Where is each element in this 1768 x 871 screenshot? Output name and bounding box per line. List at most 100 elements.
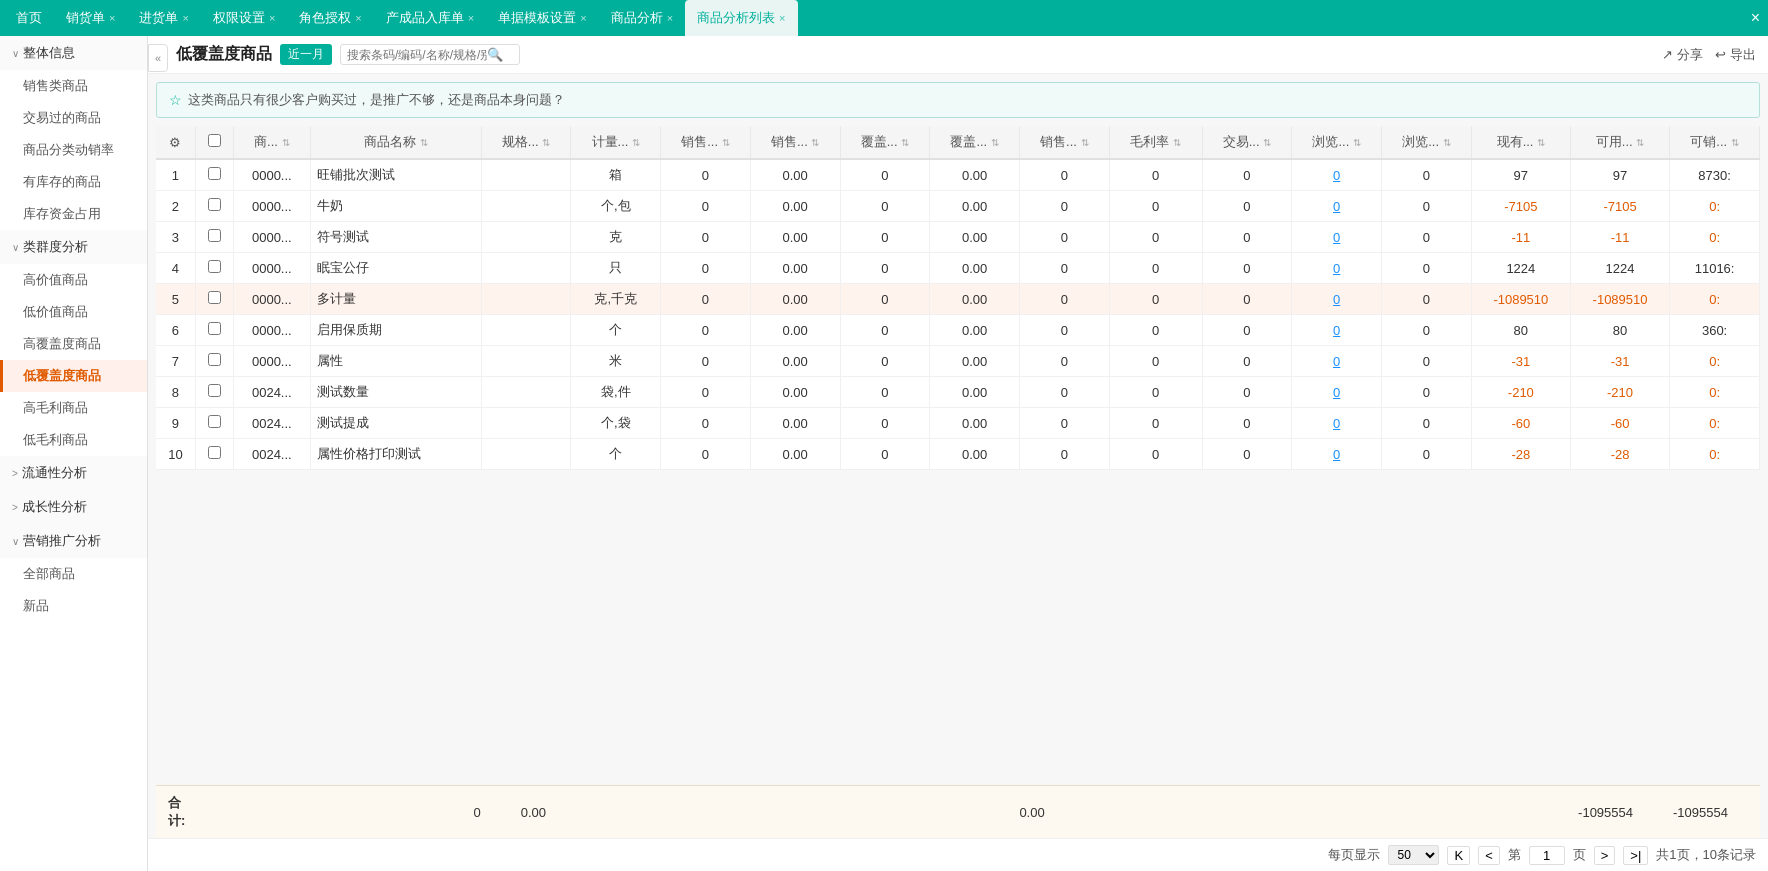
col-spec[interactable]: 规格... ⇅ bbox=[481, 126, 571, 159]
cell-checkbox[interactable] bbox=[195, 191, 233, 222]
sidebar-group-overall[interactable]: ∨ 整体信息 bbox=[0, 36, 147, 70]
cell-view1[interactable]: 0 bbox=[1292, 191, 1382, 222]
col-view1[interactable]: 浏览... ⇅ bbox=[1292, 126, 1382, 159]
cell-checkbox[interactable] bbox=[195, 439, 233, 470]
sidebar-collapse-button[interactable]: « bbox=[148, 44, 168, 72]
sidebar-item-high-value[interactable]: 高价值商品 bbox=[0, 264, 147, 296]
cell-checkbox[interactable] bbox=[195, 284, 233, 315]
nav-item-production[interactable]: 产成品入库单 × bbox=[374, 0, 486, 36]
nav-close-sales[interactable]: × bbox=[109, 12, 115, 24]
cell-name: 启用保质期 bbox=[310, 315, 481, 346]
row-checkbox[interactable] bbox=[208, 384, 221, 397]
col-sales3[interactable]: 销售... ⇅ bbox=[1019, 126, 1109, 159]
cell-view1[interactable]: 0 bbox=[1292, 346, 1382, 377]
cell-checkbox[interactable] bbox=[195, 222, 233, 253]
cell-checkbox[interactable] bbox=[195, 253, 233, 284]
sidebar-item-low-value[interactable]: 低价值商品 bbox=[0, 296, 147, 328]
sidebar-item-traded-goods[interactable]: 交易过的商品 bbox=[0, 102, 147, 134]
nav-item-purchase[interactable]: 进货单 × bbox=[127, 0, 200, 36]
row-checkbox[interactable] bbox=[208, 415, 221, 428]
cell-checkbox[interactable] bbox=[195, 159, 233, 191]
row-checkbox[interactable] bbox=[208, 353, 221, 366]
cell-current-stock: -1089510 bbox=[1471, 284, 1570, 315]
page-number-input[interactable] bbox=[1529, 846, 1565, 865]
sidebar-group-marketing[interactable]: ∨ 营销推广分析 bbox=[0, 524, 147, 558]
row-checkbox[interactable] bbox=[208, 167, 221, 180]
nav-close-purchase[interactable]: × bbox=[182, 12, 188, 24]
cell-checkbox[interactable] bbox=[195, 346, 233, 377]
cell-available-stock: -11 bbox=[1570, 222, 1669, 253]
cell-view1[interactable]: 0 bbox=[1292, 408, 1382, 439]
nav-close-analysis-list[interactable]: × bbox=[779, 12, 785, 24]
sidebar-item-new-goods[interactable]: 新品 bbox=[0, 590, 147, 622]
sidebar-item-low-coverage[interactable]: 低覆盖度商品 bbox=[0, 360, 147, 392]
sidebar-item-high-coverage[interactable]: 高覆盖度商品 bbox=[0, 328, 147, 360]
col-cover2[interactable]: 覆盖... ⇅ bbox=[930, 126, 1020, 159]
sidebar-item-low-margin[interactable]: 低毛利商品 bbox=[0, 424, 147, 456]
col-transaction[interactable]: 交易... ⇅ bbox=[1202, 126, 1292, 159]
col-available-stock[interactable]: 可用... ⇅ bbox=[1570, 126, 1669, 159]
col-unit[interactable]: 计量... ⇅ bbox=[571, 126, 661, 159]
nav-close-analysis[interactable]: × bbox=[667, 12, 673, 24]
cell-view1[interactable]: 0 bbox=[1292, 315, 1382, 346]
nav-close-all-button[interactable]: × bbox=[1751, 9, 1760, 27]
sidebar-item-high-margin[interactable]: 高毛利商品 bbox=[0, 392, 147, 424]
select-all-checkbox[interactable] bbox=[208, 134, 221, 147]
col-sales-amount[interactable]: 销售... ⇅ bbox=[750, 126, 840, 159]
row-checkbox[interactable] bbox=[208, 229, 221, 242]
row-checkbox[interactable] bbox=[208, 291, 221, 304]
col-settings[interactable]: ⚙ bbox=[156, 126, 195, 159]
nav-close-permissions[interactable]: × bbox=[269, 12, 275, 24]
col-cover1[interactable]: 覆盖... ⇅ bbox=[840, 126, 930, 159]
nav-item-sales[interactable]: 销货单 × bbox=[54, 0, 127, 36]
row-checkbox[interactable] bbox=[208, 260, 221, 273]
nav-item-analysis[interactable]: 商品分析 × bbox=[599, 0, 685, 36]
cell-view1[interactable]: 0 bbox=[1292, 222, 1382, 253]
sidebar-item-sales-goods[interactable]: 销售类商品 bbox=[0, 70, 147, 102]
nav-item-template[interactable]: 单据模板设置 × bbox=[486, 0, 598, 36]
col-sales-count[interactable]: 销售... ⇅ bbox=[661, 126, 751, 159]
nav-close-roles[interactable]: × bbox=[355, 12, 361, 24]
share-label: 分享 bbox=[1677, 46, 1703, 64]
nav-item-home[interactable]: 首页 bbox=[4, 0, 54, 36]
sidebar-group-growth[interactable]: > 成长性分析 bbox=[0, 490, 147, 524]
share-button[interactable]: ↗ 分享 bbox=[1662, 46, 1703, 64]
search-icon[interactable]: 🔍 bbox=[487, 47, 503, 62]
sidebar-group-flow[interactable]: > 流通性分析 bbox=[0, 456, 147, 490]
cell-checkbox[interactable] bbox=[195, 315, 233, 346]
row-checkbox[interactable] bbox=[208, 446, 221, 459]
sidebar-item-all-goods[interactable]: 全部商品 bbox=[0, 558, 147, 590]
nav-item-permissions[interactable]: 权限设置 × bbox=[201, 0, 287, 36]
nav-item-roles[interactable]: 角色授权 × bbox=[287, 0, 373, 36]
cell-view1[interactable]: 0 bbox=[1292, 253, 1382, 284]
sidebar-item-category-rate[interactable]: 商品分类动销率 bbox=[0, 134, 147, 166]
nav-item-analysis-list[interactable]: 商品分析列表 × bbox=[685, 0, 797, 36]
row-checkbox[interactable] bbox=[208, 198, 221, 211]
col-gross-margin[interactable]: 毛利率 ⇅ bbox=[1109, 126, 1202, 159]
col-name[interactable]: 商品名称 ⇅ bbox=[310, 126, 481, 159]
sidebar-group-cluster[interactable]: ∨ 类群度分析 bbox=[0, 230, 147, 264]
last-page-button[interactable]: >| bbox=[1623, 846, 1648, 865]
sidebar-item-stock-goods[interactable]: 有库存的商品 bbox=[0, 166, 147, 198]
col-code[interactable]: 商... ⇅ bbox=[233, 126, 310, 159]
cell-checkbox[interactable] bbox=[195, 408, 233, 439]
cell-view1[interactable]: 0 bbox=[1292, 159, 1382, 191]
col-view2[interactable]: 浏览... ⇅ bbox=[1382, 126, 1472, 159]
period-button[interactable]: 近一月 bbox=[280, 44, 332, 65]
col-saleable[interactable]: 可销... ⇅ bbox=[1670, 126, 1760, 159]
sidebar-item-stock-funds[interactable]: 库存资金占用 bbox=[0, 198, 147, 230]
next-page-button[interactable]: > bbox=[1594, 846, 1616, 865]
prev-page-button[interactable]: < bbox=[1478, 846, 1500, 865]
export-button[interactable]: ↩ 导出 bbox=[1715, 46, 1756, 64]
col-current-stock[interactable]: 现有... ⇅ bbox=[1471, 126, 1570, 159]
search-input[interactable] bbox=[347, 48, 487, 62]
nav-close-template[interactable]: × bbox=[580, 12, 586, 24]
first-page-button[interactable]: K bbox=[1447, 846, 1470, 865]
per-page-select[interactable]: 50 100 200 bbox=[1388, 845, 1439, 865]
cell-view1[interactable]: 0 bbox=[1292, 377, 1382, 408]
cell-checkbox[interactable] bbox=[195, 377, 233, 408]
cell-view1[interactable]: 0 bbox=[1292, 439, 1382, 470]
nav-close-production[interactable]: × bbox=[468, 12, 474, 24]
row-checkbox[interactable] bbox=[208, 322, 221, 335]
cell-view1[interactable]: 0 bbox=[1292, 284, 1382, 315]
